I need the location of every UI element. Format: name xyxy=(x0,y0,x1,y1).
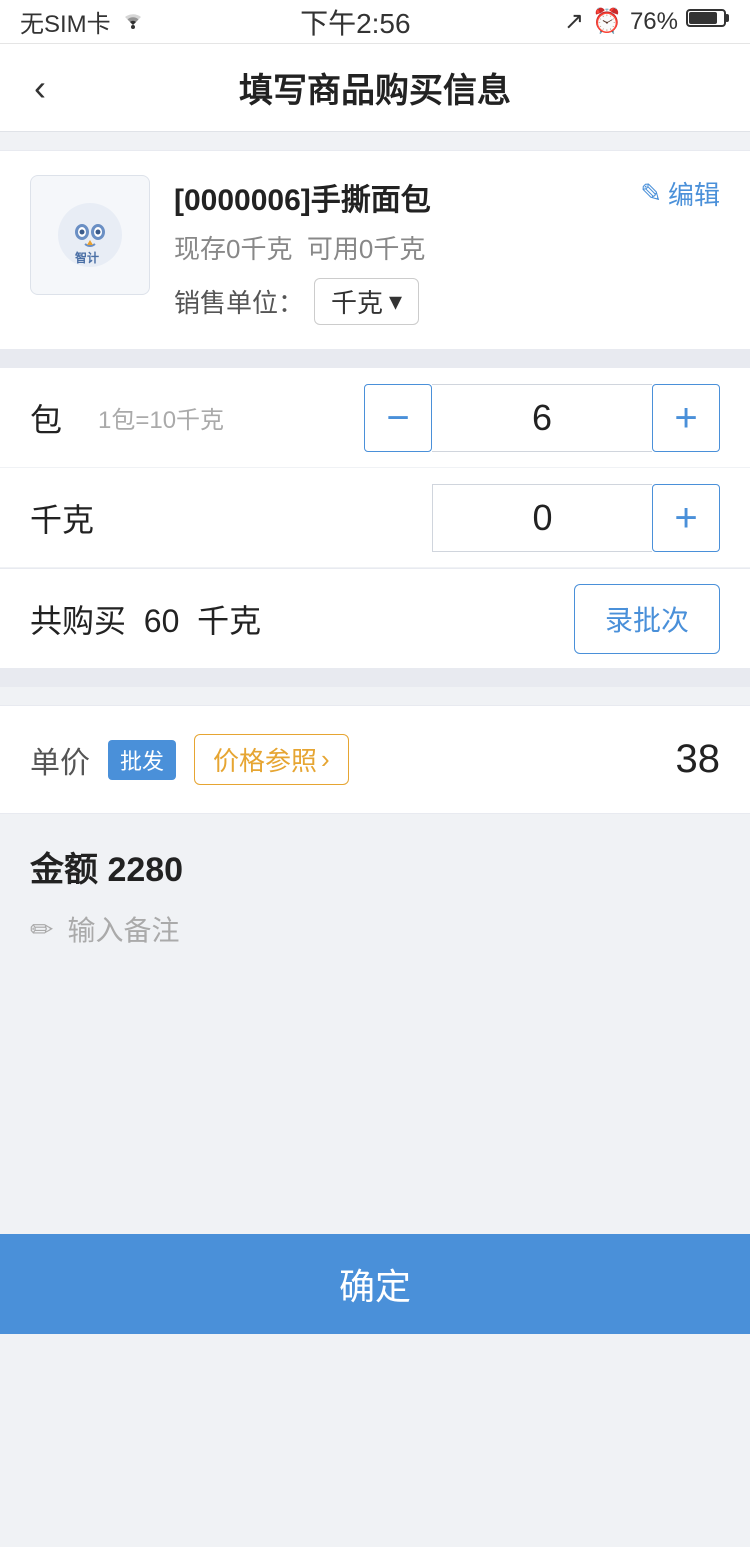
quantity-section: 包 1包=10千克 − + 千克 + xyxy=(0,368,750,569)
summary-text: 共购买 60 千克 xyxy=(30,596,261,642)
page-title: 填写商品购买信息 xyxy=(239,63,511,112)
background-spacer xyxy=(0,967,750,1447)
product-unit: 销售单位： 千克 ▾ xyxy=(174,278,720,325)
kg-qty-input[interactable] xyxy=(432,484,652,552)
location-icon: ↗ xyxy=(564,7,584,36)
note-row[interactable]: ✏ 输入备注 xyxy=(30,909,720,949)
back-button[interactable]: ‹ xyxy=(24,57,56,119)
kg-label: 千克 xyxy=(30,495,130,541)
edit-button[interactable]: ✎ 编辑 xyxy=(640,175,720,212)
price-label: 单价 xyxy=(30,738,90,782)
nav-bar: ‹ 填写商品购买信息 xyxy=(0,44,750,132)
record-batch-button[interactable]: 录批次 xyxy=(574,584,720,654)
bag-qty-controls: − + xyxy=(364,384,720,452)
status-right: ↗ ⏰ 76% xyxy=(564,7,730,36)
summary-row: 共购买 60 千克 录批次 xyxy=(0,569,750,669)
confirm-button[interactable]: 确定 xyxy=(0,1234,750,1334)
status-bar: 无SIM卡 下午2:56 ↗ ⏰ 76% xyxy=(0,0,750,44)
svg-text:智计: 智计 xyxy=(74,250,99,265)
product-stock: 现存0千克 可用0千克 xyxy=(174,229,720,266)
price-reference-button[interactable]: 价格参照 › xyxy=(194,734,349,785)
kg-quantity-row: 千克 + xyxy=(0,468,750,568)
bag-minus-button[interactable]: − xyxy=(364,384,432,452)
bag-qty-input[interactable] xyxy=(432,384,652,452)
unit-selector[interactable]: 千克 ▾ xyxy=(314,278,419,325)
battery-label: 76% xyxy=(630,8,678,36)
amount-section: 金额 2280 ✏ 输入备注 xyxy=(0,814,750,967)
amount-row: 金额 2280 xyxy=(30,842,720,891)
bag-quantity-row: 包 1包=10千克 − + xyxy=(0,368,750,468)
price-section: 单价 批发 价格参照 › 38 xyxy=(0,705,750,814)
kg-qty-controls: + xyxy=(432,484,720,552)
price-type-badge: 批发 xyxy=(108,740,176,780)
product-card: 智计 [0000006]手撕面包 现存0千克 可用0千克 销售单位： 千克 ▾ … xyxy=(0,150,750,350)
status-time: 下午2:56 xyxy=(300,2,411,42)
carrier-label: 无SIM卡 xyxy=(20,4,111,39)
pencil-icon: ✏ xyxy=(30,913,53,946)
chevron-down-icon: ▾ xyxy=(389,286,402,317)
section-divider-1 xyxy=(0,350,750,368)
battery-icon xyxy=(686,7,730,36)
bag-label: 包 xyxy=(30,395,90,441)
bag-plus-button[interactable]: + xyxy=(652,384,720,452)
alarm-icon: ⏰ xyxy=(592,7,622,36)
kg-plus-button[interactable]: + xyxy=(652,484,720,552)
price-value: 38 xyxy=(676,737,721,782)
product-thumbnail: 智计 xyxy=(30,175,150,295)
note-placeholder: 输入备注 xyxy=(67,909,179,949)
chevron-right-icon: › xyxy=(321,744,330,775)
edit-icon: ✎ xyxy=(640,178,662,209)
product-name: [0000006]手撕面包 xyxy=(174,175,720,219)
section-divider-2 xyxy=(0,669,750,687)
product-info: [0000006]手撕面包 现存0千克 可用0千克 销售单位： 千克 ▾ xyxy=(174,175,720,325)
bag-hint: 1包=10千克 xyxy=(90,400,364,435)
wifi-icon xyxy=(119,7,147,36)
confirm-label: 确定 xyxy=(339,1258,411,1310)
status-left: 无SIM卡 xyxy=(20,4,147,39)
